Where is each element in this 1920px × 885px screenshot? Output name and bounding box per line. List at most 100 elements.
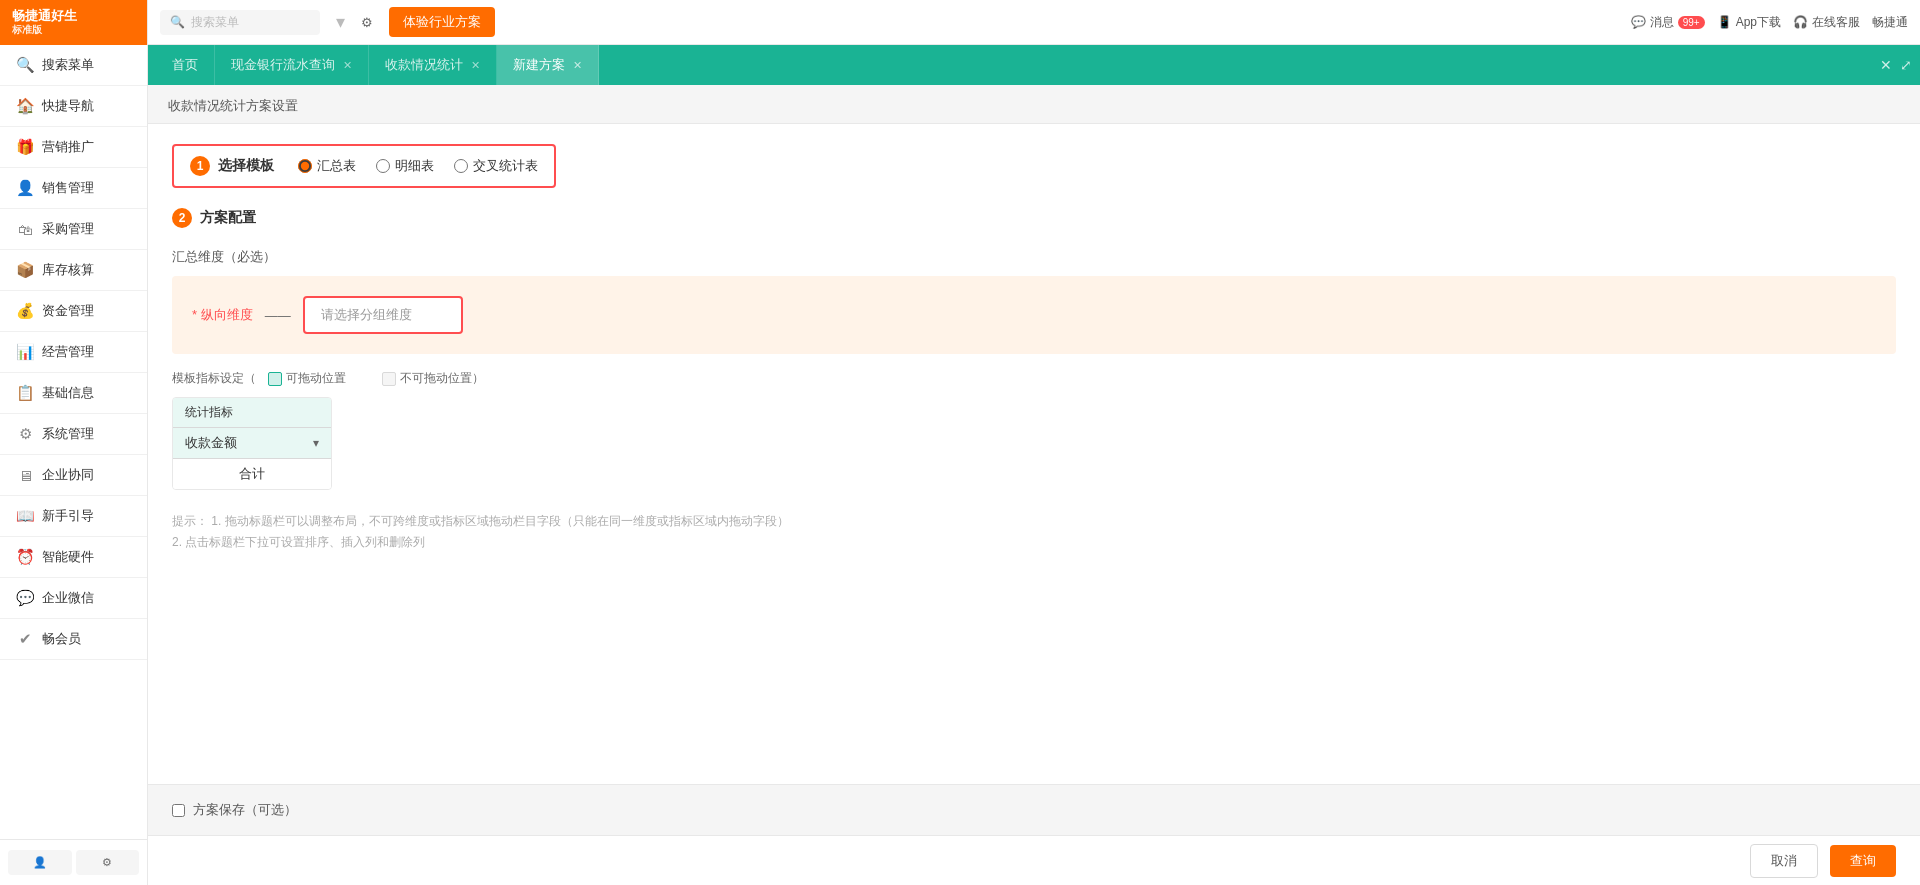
cancel-button[interactable]: 取消 <box>1750 844 1818 878</box>
radio-input-1[interactable] <box>376 159 390 173</box>
dropdown-icon[interactable]: ▾ <box>336 11 345 33</box>
sidebar-label-7: 经营管理 <box>42 343 94 361</box>
tab-3[interactable]: 新建方案 ✕ <box>497 45 599 85</box>
step1-header: 1 选择模板 汇总表 明细表 交叉统计表 <box>172 144 1896 188</box>
summary-dim-title: 汇总维度（必选） <box>172 248 1896 266</box>
sidebar-icon-13: 💬 <box>16 589 34 607</box>
industry-btn[interactable]: 体验行业方案 <box>389 7 495 37</box>
download-icon: 📱 <box>1717 15 1732 29</box>
sidebar-item-4[interactable]: 🛍 采购管理 <box>0 209 147 250</box>
sidebar-icon-2: 🎁 <box>16 138 34 156</box>
tips-section: 提示： 1. 拖动标题栏可以调整布局，不可跨维度或指标区域拖动栏目字段（只能在同… <box>172 513 1896 551</box>
sidebar-icon-4: 🛍 <box>16 220 34 238</box>
row-dim-label: * 纵向维度 <box>192 306 253 324</box>
tab-0[interactable]: 首页 <box>156 45 215 85</box>
badge: 99+ <box>1678 16 1705 29</box>
sidebar-item-1[interactable]: 🏠快捷导航 <box>0 86 147 127</box>
draggable-legend: 可拖动位置 <box>268 370 346 387</box>
radio-group: 汇总表 明细表 交叉统计表 <box>298 157 538 175</box>
row-dim-arrow: —— <box>265 308 291 323</box>
non-draggable-legend: 不可拖动位置） <box>382 370 484 387</box>
radio-item-0[interactable]: 汇总表 <box>298 157 356 175</box>
tabbar-right: ✕ ⤢ <box>1880 45 1912 85</box>
step1-badge: 1 <box>190 156 210 176</box>
sidebar-icon-6: 💰 <box>16 302 34 320</box>
sidebar-item-3[interactable]: 👤销售管理 <box>0 168 147 209</box>
step1-title: 选择模板 <box>218 157 274 175</box>
step2-title: 方案配置 <box>200 209 256 227</box>
sidebar-label-11: 新手引导 <box>42 507 94 525</box>
sidebar-label-8: 基础信息 <box>42 384 94 402</box>
tab-label-2: 收款情况统计 <box>385 56 463 74</box>
sidebar-item-12[interactable]: ⏰智能硬件 <box>0 537 147 578</box>
tab-2[interactable]: 收款情况统计 ✕ <box>369 45 497 85</box>
sidebar-icon-7: 📊 <box>16 343 34 361</box>
sidebar-item-0[interactable]: 🔍搜索菜单 <box>0 45 147 86</box>
draggable-label: 可拖动位置 <box>286 370 346 387</box>
message-icon: 💬 <box>1631 15 1646 29</box>
tab-close-3[interactable]: ✕ <box>573 59 582 72</box>
sidebar-item-6[interactable]: 💰资金管理 <box>0 291 147 332</box>
maximize-icon[interactable]: ⤢ <box>1900 57 1912 73</box>
sidebar-bottom-right[interactable]: ⚙ <box>76 850 140 875</box>
sidebar-item-9[interactable]: ⚙系统管理 <box>0 414 147 455</box>
sidebar-label-0: 搜索菜单 <box>42 56 94 74</box>
dimension-row: * 纵向维度 —— 请选择分组维度 <box>192 296 1876 334</box>
tab-close-2[interactable]: ✕ <box>471 59 480 72</box>
sidebar-icon-1: 🏠 <box>16 97 34 115</box>
radio-item-2[interactable]: 交叉统计表 <box>454 157 538 175</box>
sidebar-item-13[interactable]: 💬企业微信 <box>0 578 147 619</box>
step1-section: 1 选择模板 汇总表 明细表 交叉统计表 <box>172 144 1896 188</box>
tab-label-3: 新建方案 <box>513 56 565 74</box>
tab-1[interactable]: 现金银行流水查询 ✕ <box>215 45 369 85</box>
sidebar-label-9: 系统管理 <box>42 425 94 443</box>
sidebar: 畅捷通好生 标准版 🔍搜索菜单🏠快捷导航🎁营销推广👤销售管理🛍采购管理📦库存核算… <box>0 0 148 885</box>
radio-item-1[interactable]: 明细表 <box>376 157 434 175</box>
sidebar-item-7[interactable]: 📊 经营管理 <box>0 332 147 373</box>
settings-icon[interactable]: ⚙ <box>361 15 373 30</box>
radio-input-0[interactable] <box>298 159 312 173</box>
topbar-actions: 💬 消息 99+ 📱 App下载 🎧 在线客服 畅捷通 <box>1631 14 1908 31</box>
save-checkbox[interactable] <box>172 804 185 817</box>
logo-text: 畅捷通好生 <box>12 8 77 24</box>
tip-1: 2. 点击标题栏下拉可设置排序、插入列和删除列 <box>172 534 1896 551</box>
sidebar-label-4: 采购管理 <box>42 220 94 238</box>
sidebar-bottom: 👤 ⚙ <box>0 839 147 885</box>
message-label: 消息 <box>1650 14 1674 31</box>
download-action[interactable]: 📱 App下载 <box>1717 14 1781 31</box>
tab-close-1[interactable]: ✕ <box>343 59 352 72</box>
sidebar-label-14: 畅会员 <box>42 630 81 648</box>
service-action[interactable]: 🎧 在线客服 <box>1793 14 1860 31</box>
message-action[interactable]: 💬 消息 99+ <box>1631 14 1705 31</box>
download-label: App下载 <box>1736 14 1781 31</box>
sidebar-item-2[interactable]: 🎁营销推广 <box>0 127 147 168</box>
logo-sub: 标准版 <box>12 23 77 37</box>
radio-input-2[interactable] <box>454 159 468 173</box>
non-draggable-label: 不可拖动位置） <box>400 370 484 387</box>
query-button[interactable]: 查询 <box>1830 845 1896 877</box>
sidebar-item-11[interactable]: 📖新手引导 <box>0 496 147 537</box>
sidebar-item-8[interactable]: 📋基础信息 <box>0 373 147 414</box>
footer: 取消 查询 <box>148 835 1920 885</box>
row-dim-select[interactable]: 请选择分组维度 <box>303 296 463 334</box>
username: 畅捷通 <box>1872 14 1908 31</box>
sidebar-item-10[interactable]: 🖥企业协同 <box>0 455 147 496</box>
sidebar-item-14[interactable]: ✔畅会员 <box>0 619 147 660</box>
metrics-table-row[interactable]: 收款金额 ▾ <box>173 428 331 459</box>
config-section: 汇总维度（必选） * 纵向维度 —— 请选择分组维度 <box>172 248 1896 551</box>
radio-label-0: 汇总表 <box>317 157 356 175</box>
search-bar[interactable]: 🔍 搜索菜单 <box>160 10 320 35</box>
metrics-table-header: 统计指标 <box>173 398 331 428</box>
tab-label-1: 现金银行流水查询 <box>231 56 335 74</box>
sidebar-label-3: 销售管理 <box>42 179 94 197</box>
page-title: 收款情况统计方案设置 <box>148 85 1920 124</box>
content: 收款情况统计方案设置 1 选择模板 汇总表明细表交叉统计表 2 <box>148 85 1920 835</box>
sidebar-bottom-left[interactable]: 👤 <box>8 850 72 875</box>
close-all-icon[interactable]: ✕ <box>1880 57 1892 73</box>
metrics-table: 统计指标 收款金额 ▾ 合计 <box>172 397 332 490</box>
sidebar-label-5: 库存核算 <box>42 261 94 279</box>
dimension-area: * 纵向维度 —— 请选择分组维度 <box>172 276 1896 354</box>
form-area: 1 选择模板 汇总表明细表交叉统计表 2 方案配置 汇总维度（必选） <box>148 124 1920 784</box>
sidebar-item-5[interactable]: 📦库存核算 <box>0 250 147 291</box>
service-icon: 🎧 <box>1793 15 1808 29</box>
